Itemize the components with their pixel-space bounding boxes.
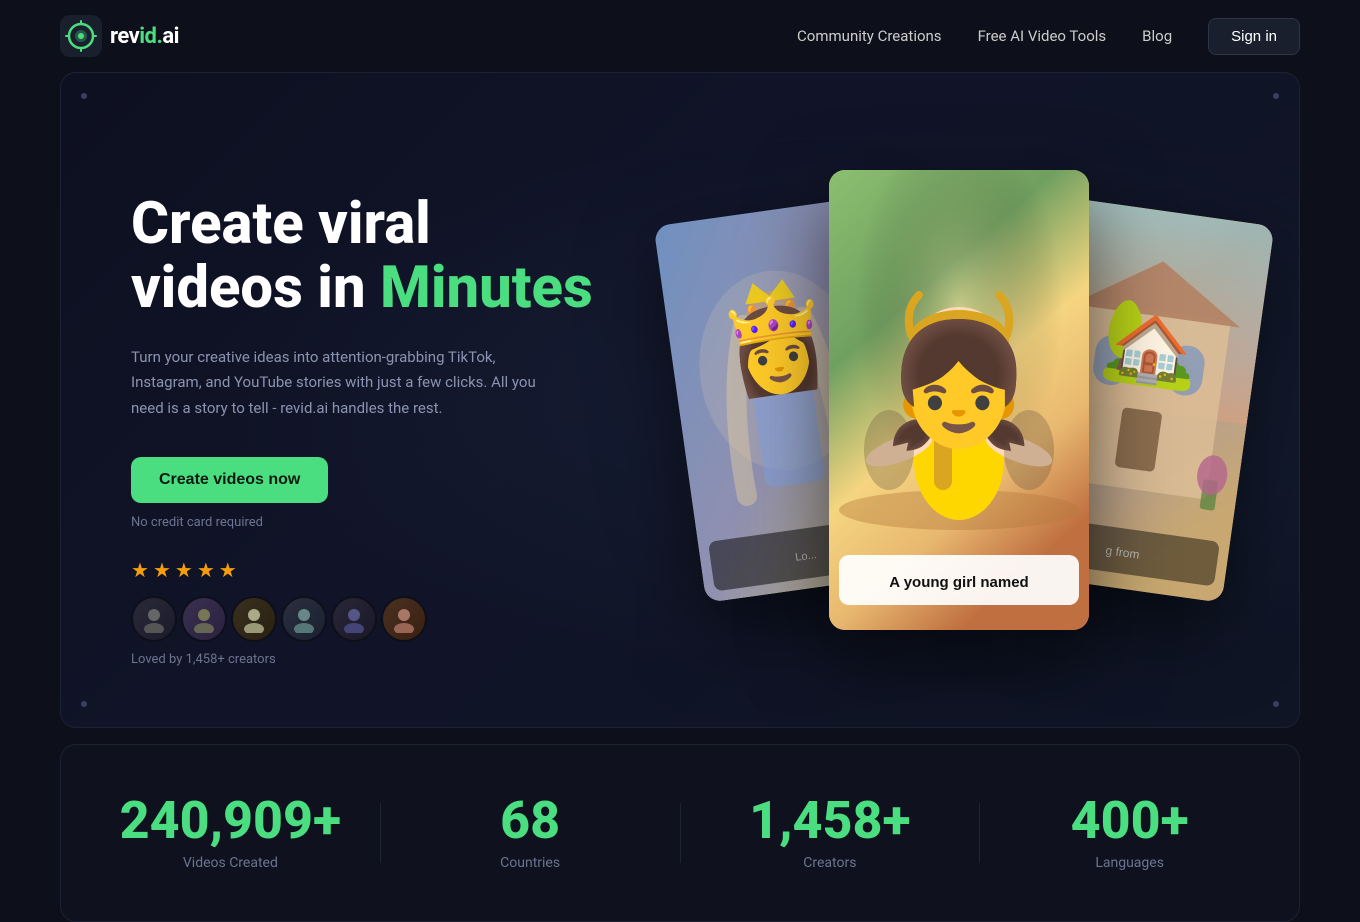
navbar: revid.ai Community Creations Free AI Vid… xyxy=(0,0,1360,72)
hero-section: Create viral videos in Minutes Turn your… xyxy=(60,72,1300,728)
star-1: ★ xyxy=(131,558,149,582)
stat-creators-label: Creators xyxy=(681,855,980,871)
nav-link-community[interactable]: Community Creations xyxy=(797,27,942,45)
star-2: ★ xyxy=(153,558,171,582)
sign-in-button[interactable]: Sign in xyxy=(1208,18,1300,55)
stat-languages-label: Languages xyxy=(980,855,1279,871)
star-4: ★ xyxy=(197,558,215,582)
avatar-2 xyxy=(181,596,227,642)
stat-creators-number: 1,458+ xyxy=(681,795,980,847)
avatar-6 xyxy=(381,596,427,642)
stat-creators: 1,458+ Creators xyxy=(681,795,980,871)
corner-dot-bl xyxy=(81,701,87,707)
hero-title: Create viral videos in Minutes xyxy=(131,193,651,321)
logo-text: revid.ai xyxy=(110,24,179,49)
star-5: ★ xyxy=(219,558,237,582)
avatar-3 xyxy=(231,596,277,642)
center-card-art: A young girl named xyxy=(829,170,1089,630)
stat-videos-label: Videos Created xyxy=(81,855,380,871)
stats-section: 240,909+ Videos Created 68 Countries 1,4… xyxy=(60,744,1300,922)
avatar-4 xyxy=(281,596,327,642)
hero-subtitle: Turn your creative ideas into attention-… xyxy=(131,345,561,422)
stat-videos: 240,909+ Videos Created xyxy=(81,795,380,871)
logo-icon xyxy=(60,15,102,57)
star-rating: ★ ★ ★ ★ ★ xyxy=(131,558,651,582)
nav-link-blog[interactable]: Blog xyxy=(1142,27,1172,45)
phone-inner-center: A young girl named xyxy=(829,170,1089,630)
stat-countries-label: Countries xyxy=(381,855,680,871)
no-credit-card-label: No credit card required xyxy=(131,515,651,530)
avatar-5 xyxy=(331,596,377,642)
stat-videos-number: 240,909+ xyxy=(81,795,380,847)
stat-countries-number: 68 xyxy=(381,795,680,847)
stat-languages: 400+ Languages xyxy=(980,795,1279,871)
stat-countries: 68 Countries xyxy=(381,795,680,871)
loved-by-label: Loved by 1,458+ creators xyxy=(131,652,651,667)
cta-button[interactable]: Create videos now xyxy=(131,457,328,503)
corner-dot-tl xyxy=(81,93,87,99)
avatar-group xyxy=(131,596,651,642)
avatar-1 xyxy=(131,596,177,642)
nav-link-tools[interactable]: Free AI Video Tools xyxy=(978,27,1107,45)
svg-text:A young girl named: A young girl named xyxy=(889,574,1028,591)
phone-card-center: A young girl named xyxy=(829,170,1089,630)
phone-cards: Lo... xyxy=(649,140,1269,660)
star-3: ★ xyxy=(175,558,193,582)
stat-languages-number: 400+ xyxy=(980,795,1279,847)
logo[interactable]: revid.ai xyxy=(60,15,179,57)
hero-left: Create viral videos in Minutes Turn your… xyxy=(131,133,651,667)
nav-links: Community Creations Free AI Video Tools … xyxy=(797,18,1300,55)
corner-dot-br xyxy=(1273,701,1279,707)
corner-dot-tr xyxy=(1273,93,1279,99)
